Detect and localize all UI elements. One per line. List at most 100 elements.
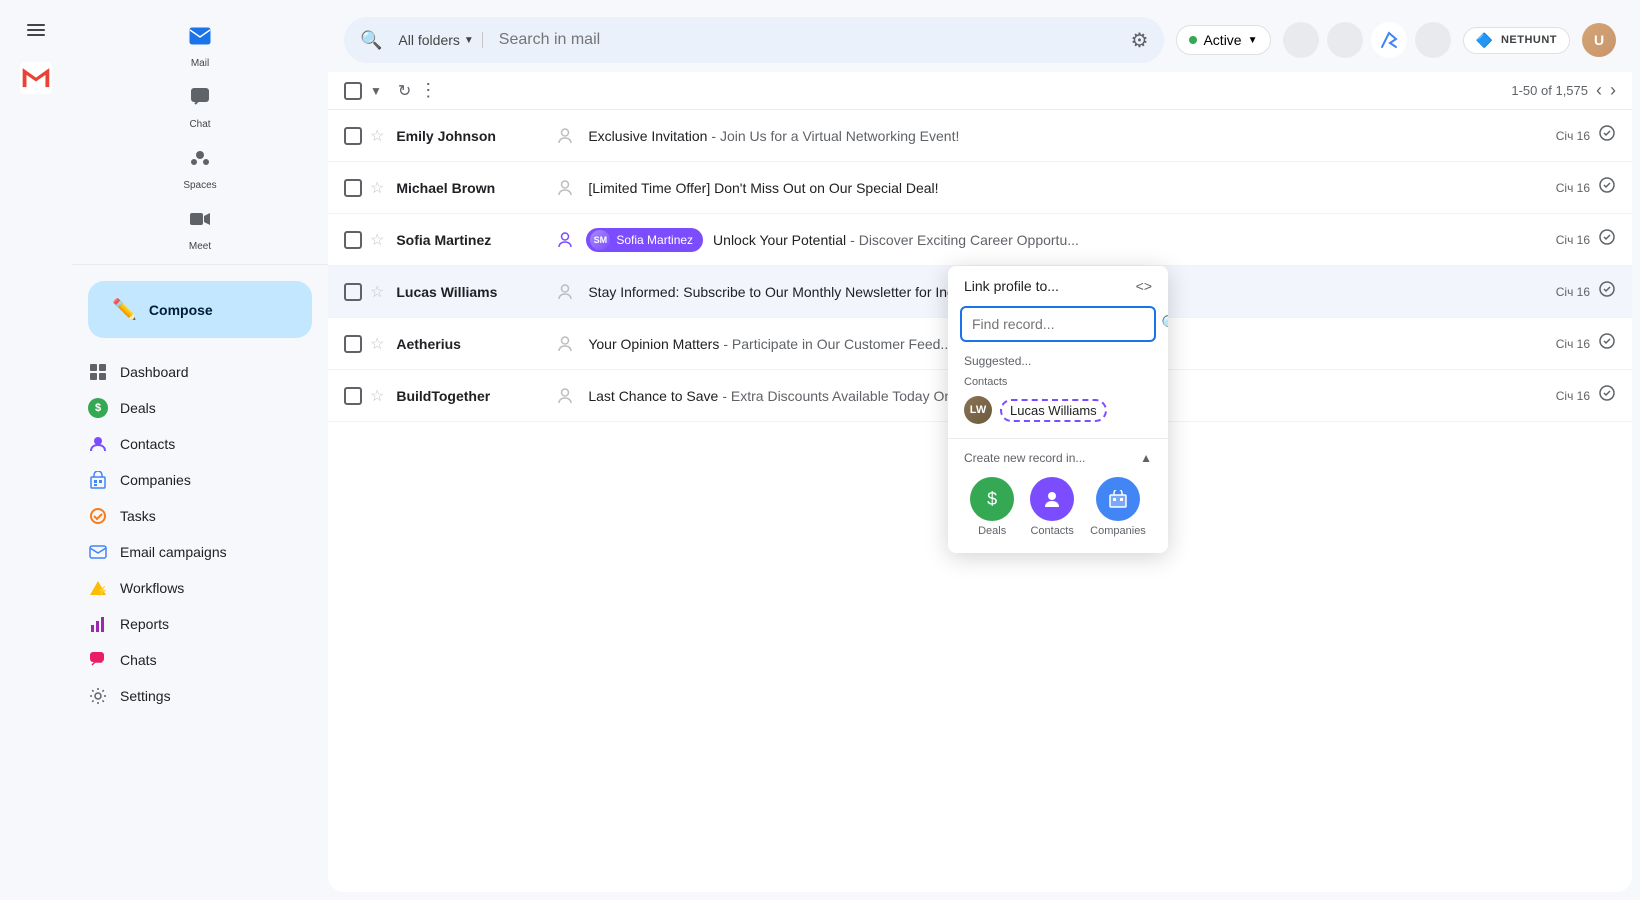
email-row-lucas[interactable]: ☆ Lucas Williams Stay Informed: Subscrib…: [328, 266, 1632, 318]
popup-collapse-icon[interactable]: ▲: [1140, 451, 1152, 465]
read-icon[interactable]: [1598, 228, 1616, 251]
main-area: 🔍 All folders ▼ ⚙ Active ▼ 🔷: [328, 8, 1632, 892]
crm-person-icon[interactable]: [556, 387, 580, 405]
create-deals-button[interactable]: $ Deals: [970, 477, 1014, 537]
more-options-icon[interactable]: ⋮: [419, 80, 437, 101]
read-icon[interactable]: [1598, 332, 1616, 355]
popup-code-icon[interactable]: <>: [1136, 278, 1152, 294]
reports-label: Reports: [120, 616, 169, 632]
create-contacts-button[interactable]: Contacts: [1030, 477, 1074, 537]
read-icon[interactable]: [1598, 384, 1616, 407]
subject-text: [Limited Time Offer] Don't Miss Out on O…: [588, 180, 938, 196]
popup-search-container: 🔍: [960, 306, 1156, 342]
nav-chat-icon-area[interactable]: Chat: [72, 73, 328, 134]
user-avatar[interactable]: U: [1582, 23, 1616, 57]
nav-item-email-campaigns[interactable]: Email campaigns: [72, 534, 312, 570]
nethunt-brand[interactable]: 🔷 NETHUNT: [1463, 27, 1571, 54]
crm-person-icon[interactable]: [556, 335, 580, 353]
nav-item-contacts[interactable]: Contacts: [72, 426, 312, 462]
create-deals-circle: $: [970, 477, 1014, 521]
status-label: Active: [1203, 32, 1241, 48]
crm-person-icon[interactable]: [556, 179, 580, 197]
filter-icon[interactable]: ⚙: [1131, 28, 1149, 53]
email-row[interactable]: ☆ Michael Brown [Limited Time Offer] Don…: [328, 162, 1632, 214]
email-campaigns-label: Email campaigns: [120, 544, 227, 560]
prev-page-icon[interactable]: ‹: [1596, 80, 1602, 101]
gmail-logo[interactable]: [20, 62, 52, 94]
create-companies-button[interactable]: Companies: [1090, 477, 1146, 537]
email-row[interactable]: ☆ Sofia Martinez SM Sofia Martinez Unloc…: [328, 214, 1632, 266]
nav-item-reports[interactable]: Reports: [72, 606, 312, 642]
status-dot: [1189, 36, 1197, 44]
folder-select[interactable]: All folders ▼: [390, 32, 482, 48]
star-icon[interactable]: ☆: [370, 334, 384, 354]
select-dropdown-arrow[interactable]: ▼: [370, 84, 382, 98]
email-campaigns-icon: [88, 542, 108, 562]
nethunt-bird-icon[interactable]: [1371, 22, 1407, 58]
popup-search-icon[interactable]: 🔍: [1161, 314, 1168, 334]
hamburger-menu[interactable]: [16, 10, 56, 50]
read-icon[interactable]: [1598, 176, 1616, 199]
folder-dropdown-icon[interactable]: ▼: [464, 35, 474, 46]
subject-text: Unlock Your Potential: [713, 232, 846, 248]
nav-item-settings[interactable]: Settings: [72, 678, 312, 714]
star-icon[interactable]: ☆: [370, 386, 384, 406]
row-checkbox[interactable]: [344, 283, 362, 301]
refresh-icon[interactable]: ↻: [398, 81, 411, 101]
nav-meet-icon-area[interactable]: Meet: [72, 195, 328, 256]
create-companies-label: Companies: [1090, 525, 1146, 537]
row-checkbox[interactable]: [344, 335, 362, 353]
row-checkbox[interactable]: [344, 127, 362, 145]
next-page-icon[interactable]: ›: [1610, 80, 1616, 101]
crm-person-icon[interactable]: [556, 283, 580, 301]
star-icon[interactable]: ☆: [370, 178, 384, 198]
status-badge[interactable]: Active ▼: [1176, 25, 1270, 55]
contacts-icon: [88, 434, 108, 454]
popup-create-header: Create new record in... ▲: [964, 451, 1152, 465]
companies-create-icon: [1108, 490, 1128, 508]
nav-spaces-icon-area[interactable]: Spaces: [72, 134, 328, 195]
nav-item-companies[interactable]: Companies: [72, 462, 312, 498]
contacts-create-icon: [1042, 489, 1062, 509]
nav-item-dashboard[interactable]: Dashboard: [72, 354, 312, 390]
nav-item-tasks[interactable]: Tasks: [72, 498, 312, 534]
sender-name: Aetherius: [396, 336, 556, 352]
popup-header: Link profile to... <>: [948, 266, 1168, 306]
popup-create-section: Create new record in... ▲ $ Deals: [948, 447, 1168, 553]
crm-link-icon[interactable]: [556, 231, 580, 249]
crm-person-icon[interactable]: [556, 127, 580, 145]
star-icon[interactable]: ☆: [370, 230, 384, 250]
nav-mail-label: Mail: [191, 58, 209, 69]
nav-mail-icon[interactable]: [180, 16, 220, 56]
workflows-label: Workflows: [120, 580, 184, 596]
select-all-checkbox[interactable]: [344, 82, 362, 100]
star-icon[interactable]: ☆: [370, 126, 384, 146]
nav-item-workflows[interactable]: ⚡ Workflows: [72, 570, 312, 606]
read-icon[interactable]: [1598, 124, 1616, 147]
icon-btn-3[interactable]: [1415, 22, 1451, 58]
preview-text: - Participate in Our Customer Feed...: [723, 336, 952, 352]
row-checkbox[interactable]: [344, 179, 362, 197]
reports-icon: [88, 614, 108, 634]
pagination-label: 1-50 of 1,575: [1511, 83, 1588, 98]
read-icon[interactable]: [1598, 280, 1616, 303]
row-checkbox[interactable]: [344, 231, 362, 249]
row-checkbox[interactable]: [344, 387, 362, 405]
email-row[interactable]: ☆ Emily Johnson Exclusive Invitation - J…: [328, 110, 1632, 162]
nav-item-chats[interactable]: Chats: [72, 642, 312, 678]
popup-search-input[interactable]: [972, 316, 1153, 332]
icon-btn-1[interactable]: [1283, 22, 1319, 58]
sender-name: Michael Brown: [396, 180, 556, 196]
preview-text: - Extra Discounts Available Today Only!: [722, 388, 966, 404]
search-icon[interactable]: 🔍: [360, 30, 382, 51]
companies-label: Companies: [120, 472, 191, 488]
compose-button[interactable]: ✏️ Compose: [88, 281, 312, 338]
popup-contact-item[interactable]: LW Lucas Williams: [948, 390, 1168, 430]
nav-spaces-label: Spaces: [183, 180, 216, 191]
contact-badge[interactable]: SM Sofia Martinez: [586, 228, 703, 252]
nav-item-deals[interactable]: $ Deals: [72, 390, 312, 426]
search-input[interactable]: [499, 31, 1123, 49]
icon-btn-2[interactable]: [1327, 22, 1363, 58]
star-icon[interactable]: ☆: [370, 282, 384, 302]
deals-icon: $: [88, 398, 108, 418]
